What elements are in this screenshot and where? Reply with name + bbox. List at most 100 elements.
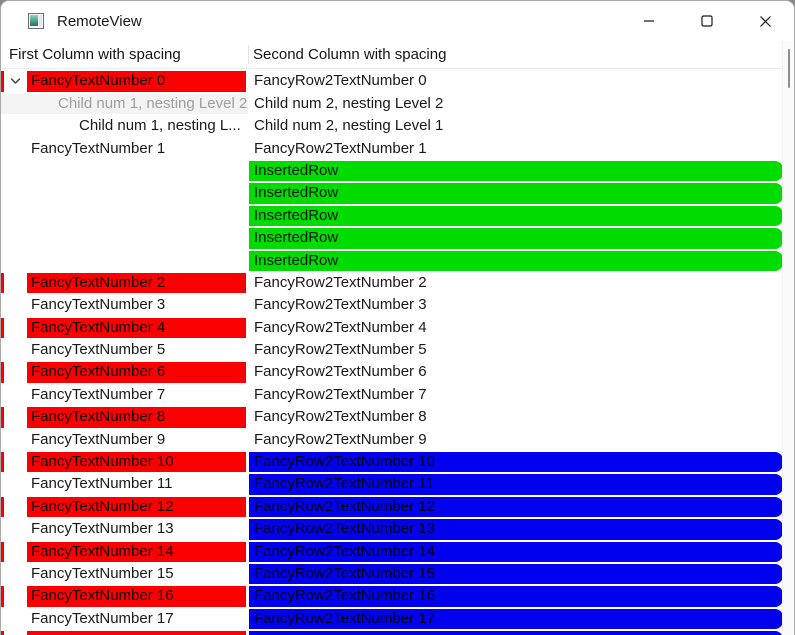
scrollbar-thumb[interactable]	[788, 49, 790, 88]
cell-col1[interactable]: FancyTextNumber 5	[1, 340, 249, 360]
cell-col1[interactable]: FancyTextNumber 7	[1, 385, 249, 405]
minimize-button[interactable]	[620, 1, 678, 41]
table-row[interactable]: FancyTextNumber 7 FancyRow2TextNumber 7	[1, 383, 784, 405]
cell-col2[interactable]: FancyRow2TextNumber 14	[249, 541, 783, 562]
cell-col1[interactable]: FancyTextNumber 9	[1, 430, 249, 450]
table-row[interactable]: FancyTextNumber 12 FancyRow2TextNumber 1…	[1, 495, 784, 518]
row-col2: FancyRow2TextNumber 7	[249, 383, 784, 405]
cell-col2[interactable]: InsertedRow	[249, 228, 783, 249]
cell-col1[interactable]: FancyTextNumber 12	[27, 496, 246, 518]
vertical-scrollbar[interactable]	[782, 41, 794, 635]
row-highlight-sliver	[1, 362, 4, 383]
row-col2: FancyRow2TextNumber 2	[249, 272, 784, 294]
cell-col2[interactable]: FancyRow2TextNumber 4	[249, 318, 784, 338]
row-col2: FancyRow2TextNumber 12	[249, 495, 784, 518]
cell-col1[interactable]: FancyTextNumber 2	[27, 272, 246, 294]
cell-col2[interactable]: InsertedRow	[249, 160, 783, 182]
cell-col2[interactable]: FancyRow2TextNumber 5	[249, 340, 784, 360]
table-row[interactable]: Child num 1, nesting L... Child num 2, n…	[1, 115, 784, 137]
cell-col1[interactable]: FancyTextNumber 13	[1, 519, 249, 539]
table-row[interactable]: InsertedRow	[1, 249, 784, 271]
cell-col2[interactable]: Child num 2, nesting Level 2	[249, 94, 784, 114]
table-row[interactable]: FancyTextNumber 1 FancyRow2TextNumber 1	[1, 137, 784, 159]
row-col2: InsertedRow	[249, 249, 784, 271]
table-row[interactable]: InsertedRow	[1, 160, 784, 182]
column-header-second[interactable]: Second Column with spacing	[253, 41, 446, 68]
table-row[interactable]: FancyTextNumber 10 FancyRow2TextNumber 1…	[1, 451, 784, 473]
close-button[interactable]	[736, 1, 794, 41]
table-row[interactable]: FancyTextNumber 3 FancyRow2TextNumber 3	[1, 294, 784, 316]
table-row[interactable]: FancyTextNumber 0 FancyRow2TextNumber 0	[1, 70, 784, 92]
cell-col2[interactable]: FancyRow2TextNumber 12	[249, 496, 783, 518]
row-col2: Child num 2, nesting Level 1	[249, 115, 784, 137]
cell-col2[interactable]: FancyRow2TextNumber 9	[249, 430, 784, 450]
cell-col1[interactable]: Child num 1, nesting L...	[1, 116, 249, 136]
table-row[interactable]: FancyTextNumber 5 FancyRow2TextNumber 5	[1, 339, 784, 361]
cell-col1[interactable]: FancyTextNumber 0	[27, 71, 246, 92]
row-col1: FancyTextNumber 11	[1, 473, 249, 495]
tree-header: First Column with spacing Second Column …	[1, 41, 794, 69]
maximize-icon	[701, 15, 713, 27]
table-row[interactable]	[1, 630, 784, 635]
cell-col2[interactable]: FancyRow2TextNumber 6	[249, 362, 784, 382]
table-row[interactable]: FancyTextNumber 17 FancyRow2TextNumber 1…	[1, 607, 784, 630]
cell-col1[interactable]: FancyTextNumber 10	[27, 452, 246, 473]
table-row[interactable]: InsertedRow	[1, 204, 784, 227]
table-row[interactable]: FancyTextNumber 14 FancyRow2TextNumber 1…	[1, 540, 784, 562]
maximize-button[interactable]	[678, 1, 736, 41]
cell-col2[interactable]: FancyRow2TextNumber 16	[249, 586, 783, 607]
cell-col1[interactable]: FancyTextNumber 15	[1, 564, 249, 584]
row-col2: FancyRow2TextNumber 5	[249, 339, 784, 361]
row-highlight-sliver	[1, 407, 4, 428]
cell-col1[interactable]: FancyTextNumber 6	[27, 362, 246, 383]
close-icon	[759, 15, 771, 27]
cell-col1[interactable]: FancyTextNumber 17	[1, 609, 249, 629]
cell-col2[interactable]: InsertedRow	[249, 205, 783, 227]
cell-col1[interactable]: FancyTextNumber 14	[27, 541, 246, 562]
row-col1: FancyTextNumber 6	[1, 361, 249, 383]
cell-col1[interactable]: FancyTextNumber 8	[27, 407, 246, 428]
row-col1: FancyTextNumber 10	[1, 451, 249, 473]
cell-col2[interactable]: FancyRow2TextNumber 0	[249, 71, 784, 91]
cell-col2[interactable]: FancyRow2TextNumber 7	[249, 385, 784, 405]
row-col1: FancyTextNumber 8	[1, 406, 249, 428]
cell-col1[interactable]	[27, 631, 246, 635]
row-highlight-sliver	[1, 272, 4, 294]
table-row[interactable]: Child num 1, nesting Level 2 Child num 2…	[1, 92, 784, 115]
table-row[interactable]: FancyTextNumber 6 FancyRow2TextNumber 6	[1, 361, 784, 383]
chevron-down-icon[interactable]	[10, 77, 21, 85]
row-col2: FancyRow2TextNumber 14	[249, 540, 784, 562]
cell-col2[interactable]: FancyRow2TextNumber 10	[249, 452, 783, 473]
table-row[interactable]: FancyTextNumber 8 FancyRow2TextNumber 8	[1, 406, 784, 428]
cell-col2[interactable]: FancyRow2TextNumber 15	[249, 563, 783, 585]
table-row[interactable]: FancyTextNumber 15 FancyRow2TextNumber 1…	[1, 563, 784, 585]
table-row[interactable]: FancyTextNumber 16 FancyRow2TextNumber 1…	[1, 585, 784, 607]
cell-col1[interactable]: FancyTextNumber 4	[27, 317, 246, 339]
cell-col2[interactable]: FancyRow2TextNumber 3	[249, 295, 784, 315]
cell-col1[interactable]: FancyTextNumber 11	[1, 474, 249, 494]
cell-col1[interactable]: FancyTextNumber 3	[1, 295, 249, 315]
cell-col2[interactable]: FancyRow2TextNumber 13	[249, 519, 783, 540]
cell-col2[interactable]: InsertedRow	[249, 250, 783, 271]
row-highlight-sliver	[1, 541, 4, 562]
cell-col2[interactable]: FancyRow2TextNumber 2	[249, 273, 784, 293]
cell-col2[interactable]	[249, 631, 783, 635]
table-row[interactable]: FancyTextNumber 2 FancyRow2TextNumber 2	[1, 272, 784, 294]
column-header-first[interactable]: First Column with spacing	[9, 41, 181, 68]
table-row[interactable]: FancyTextNumber 13 FancyRow2TextNumber 1…	[1, 518, 784, 540]
table-row[interactable]: FancyTextNumber 11 FancyRow2TextNumber 1…	[1, 473, 784, 495]
cell-col2[interactable]: FancyRow2TextNumber 8	[249, 407, 784, 427]
cell-col2[interactable]: FancyRow2TextNumber 1	[249, 139, 784, 159]
cell-col1[interactable]: FancyTextNumber 16	[27, 586, 246, 607]
table-row[interactable]: FancyTextNumber 4 FancyRow2TextNumber 4	[1, 316, 784, 339]
cell-col2[interactable]: InsertedRow	[249, 183, 783, 204]
table-row[interactable]: InsertedRow	[1, 182, 784, 204]
cell-col2[interactable]: Child num 2, nesting Level 1	[249, 116, 784, 136]
column-divider[interactable]	[248, 45, 249, 64]
table-row[interactable]: FancyTextNumber 9 FancyRow2TextNumber 9	[1, 428, 784, 450]
cell-col1[interactable]: Child num 1, nesting Level 2	[1, 93, 248, 115]
cell-col2[interactable]: FancyRow2TextNumber 11	[249, 474, 783, 495]
table-row[interactable]: InsertedRow	[1, 227, 784, 249]
cell-col1[interactable]: FancyTextNumber 1	[1, 139, 249, 159]
cell-col2[interactable]: FancyRow2TextNumber 17	[249, 608, 783, 630]
